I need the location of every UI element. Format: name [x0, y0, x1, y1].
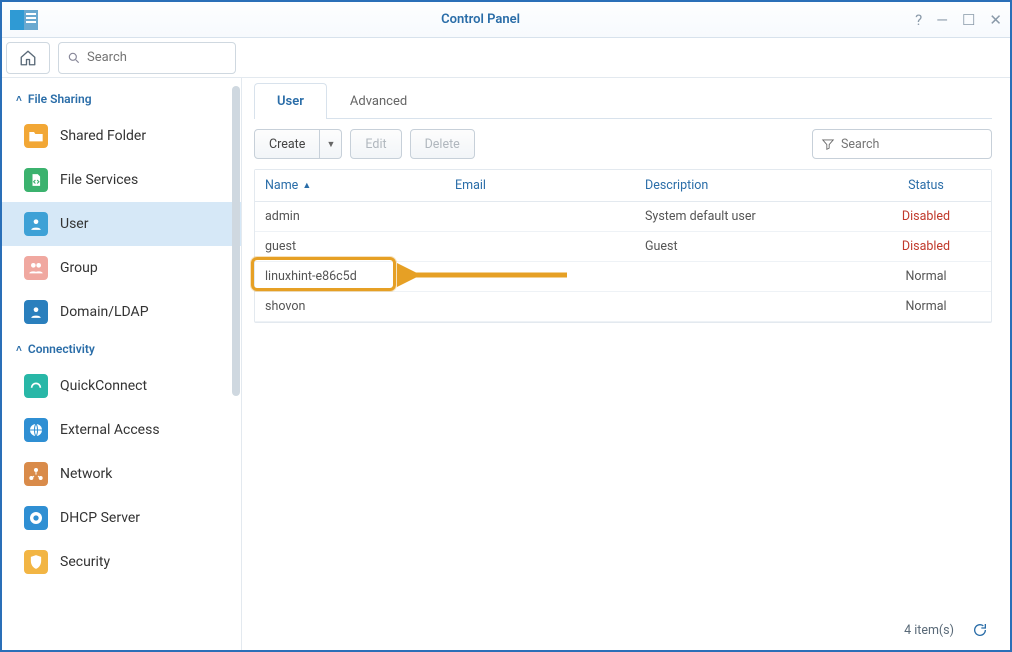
cell-status: Normal: [861, 292, 991, 321]
sort-asc-icon: ▲: [302, 180, 311, 191]
filter-input[interactable]: [841, 137, 983, 152]
user-table: Name ▲ Email Description Status admin Sy…: [254, 169, 992, 323]
app-icon: [10, 10, 38, 30]
topbar: [2, 38, 1010, 78]
sidebar-item-label: Group: [60, 260, 98, 276]
sidebar: ˄ File Sharing Shared Folder File Servic…: [2, 78, 242, 650]
sidebar-item-file-services[interactable]: File Services: [2, 158, 241, 202]
close-button[interactable]: ✕: [989, 11, 1002, 29]
globe-icon: [24, 418, 48, 442]
global-search[interactable]: [58, 42, 236, 74]
sidebar-item-label: External Access: [60, 422, 160, 438]
sidebar-section-connectivity[interactable]: ˄ Connectivity: [2, 334, 241, 364]
sidebar-item-label: User: [60, 216, 88, 232]
minimize-button[interactable]: —: [936, 11, 948, 29]
cell-description: [635, 262, 861, 291]
edit-button[interactable]: Edit: [350, 129, 401, 159]
sidebar-item-shared-folder[interactable]: Shared Folder: [2, 114, 241, 158]
file-services-icon: [24, 168, 48, 192]
filter-icon: [821, 137, 835, 151]
table-row[interactable]: admin System default user Disabled: [255, 202, 991, 232]
section-label: Connectivity: [28, 342, 95, 356]
sidebar-section-file-sharing[interactable]: ˄ File Sharing: [2, 84, 241, 114]
main-panel: User Advanced Create ▼ Edit Delete: [242, 78, 1010, 650]
domain-icon: [24, 300, 48, 324]
sidebar-scrollbar[interactable]: [232, 86, 240, 396]
window-title: Control Panel: [46, 12, 915, 27]
sidebar-item-label: Security: [60, 554, 110, 570]
tab-user[interactable]: User: [254, 83, 327, 119]
table-row[interactable]: shovon Normal: [255, 292, 991, 322]
titlebar: Control Panel ? — ☐ ✕: [2, 2, 1010, 38]
tabs: User Advanced: [254, 82, 992, 119]
cell-description: Guest: [635, 232, 861, 261]
create-button-group: Create ▼: [254, 129, 342, 159]
toolbar: Create ▼ Edit Delete: [254, 119, 992, 169]
group-icon: [24, 256, 48, 280]
help-button[interactable]: ?: [915, 11, 922, 29]
sidebar-item-security[interactable]: Security: [2, 540, 241, 584]
table-row[interactable]: linuxhint-e86c5d Normal: [255, 262, 991, 292]
column-name[interactable]: Name ▲: [255, 170, 445, 201]
create-button[interactable]: Create: [254, 129, 320, 159]
search-icon: [67, 51, 81, 65]
section-label: File Sharing: [28, 92, 92, 106]
chevron-down-icon: ▼: [326, 139, 335, 150]
sidebar-item-external-access[interactable]: External Access: [2, 408, 241, 452]
cell-name: linuxhint-e86c5d: [255, 262, 445, 291]
maximize-button[interactable]: ☐: [962, 11, 975, 29]
create-dropdown-toggle[interactable]: ▼: [320, 129, 342, 159]
folder-icon: [24, 124, 48, 148]
cell-name: shovon: [255, 292, 445, 321]
window-controls: ? — ☐ ✕: [915, 11, 1002, 29]
table-footer: 4 item(s): [254, 612, 992, 650]
filter-search[interactable]: [812, 129, 992, 159]
cell-email: [445, 262, 635, 291]
sidebar-item-domain-ldap[interactable]: Domain/LDAP: [2, 290, 241, 334]
cell-name: admin: [255, 202, 445, 231]
item-count: 4 item(s): [904, 623, 954, 638]
column-description[interactable]: Description: [635, 170, 861, 201]
sidebar-item-group[interactable]: Group: [2, 246, 241, 290]
shield-icon: [24, 550, 48, 574]
user-icon: [24, 212, 48, 236]
column-status[interactable]: Status: [861, 170, 991, 201]
sidebar-item-user[interactable]: User: [2, 202, 241, 246]
sidebar-item-label: Network: [60, 466, 112, 482]
chevron-up-icon: ˄: [16, 94, 22, 105]
home-button[interactable]: [6, 42, 50, 74]
cell-status: Normal: [861, 262, 991, 291]
refresh-button[interactable]: [972, 622, 988, 638]
column-email[interactable]: Email: [445, 170, 635, 201]
cell-description: [635, 292, 861, 321]
network-icon: [24, 462, 48, 486]
cell-email: [445, 292, 635, 321]
table-row[interactable]: guest Guest Disabled: [255, 232, 991, 262]
cell-email: [445, 232, 635, 261]
sidebar-item-label: Domain/LDAP: [60, 304, 149, 320]
sidebar-item-label: Shared Folder: [60, 128, 146, 144]
chevron-up-icon: ˄: [16, 344, 22, 355]
cell-status: Disabled: [861, 202, 991, 231]
sidebar-item-label: DHCP Server: [60, 510, 140, 526]
cell-description: System default user: [635, 202, 861, 231]
global-search-input[interactable]: [87, 50, 227, 65]
cell-status: Disabled: [861, 232, 991, 261]
cell-email: [445, 202, 635, 231]
sidebar-item-quickconnect[interactable]: QuickConnect: [2, 364, 241, 408]
sidebar-item-dhcp-server[interactable]: DHCP Server: [2, 496, 241, 540]
table-header: Name ▲ Email Description Status: [255, 170, 991, 202]
quickconnect-icon: [24, 374, 48, 398]
column-label: Name: [265, 178, 298, 193]
tab-advanced[interactable]: Advanced: [327, 83, 430, 119]
delete-button[interactable]: Delete: [410, 129, 475, 159]
sidebar-item-network[interactable]: Network: [2, 452, 241, 496]
dhcp-icon: [24, 506, 48, 530]
cell-name: guest: [255, 232, 445, 261]
sidebar-item-label: QuickConnect: [60, 378, 147, 394]
sidebar-item-label: File Services: [60, 172, 138, 188]
